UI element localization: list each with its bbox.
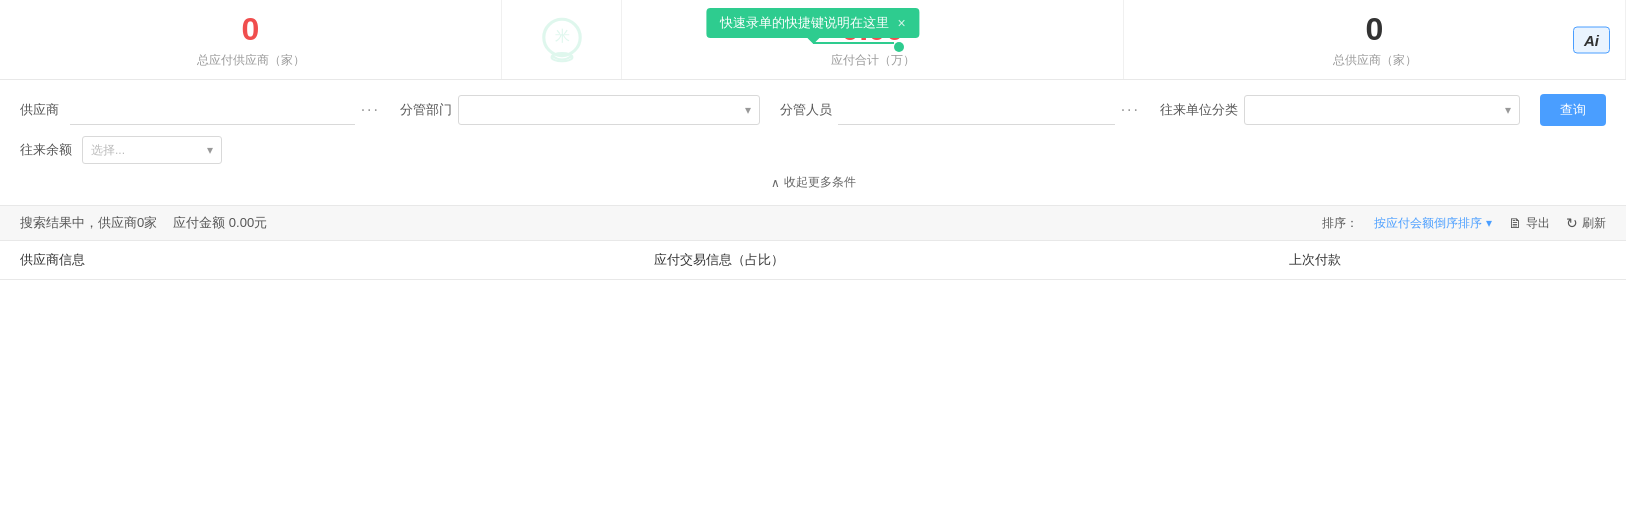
- tooltip-line: [813, 42, 894, 44]
- export-label: 导出: [1526, 215, 1550, 232]
- result-amount: 应付金额 0.00元: [173, 214, 267, 232]
- table-header: 供应商信息 应付交易信息（占比） 上次付款: [0, 241, 1626, 280]
- export-icon: 🗎: [1508, 215, 1522, 231]
- unit-class-arrow: ▾: [1505, 103, 1511, 117]
- supplier-label: 供应商: [20, 101, 64, 119]
- supplier-input[interactable]: [70, 95, 355, 125]
- unit-class-select[interactable]: ▾: [1244, 95, 1520, 125]
- refresh-button[interactable]: ↻ 刷新: [1566, 215, 1606, 232]
- total-suppliers-count: 0: [1366, 10, 1384, 48]
- result-bar: 搜索结果中，供应商0家 应付金额 0.00元 排序： 按应付会额倒序排序 ▾ 🗎…: [0, 206, 1626, 241]
- tooltip-close-button[interactable]: ×: [897, 15, 905, 31]
- filter-item-person: 分管人员 ···: [780, 95, 1140, 125]
- ai-badge[interactable]: Ai: [1573, 26, 1610, 53]
- filter-area: 供应商 ··· 分管部门 ▾ 分管人员 ··· 往来单位分类 ▾: [0, 80, 1626, 206]
- summary-bar: 0 总应付供应商（家） 米 0.00 应付合计（万） 快速录单的快捷键说明在这里…: [0, 0, 1626, 80]
- filter-item-department: 分管部门 ▾: [400, 95, 760, 125]
- summary-item-payable-suppliers: 0 总应付供应商（家）: [0, 0, 502, 79]
- department-arrow: ▾: [745, 103, 751, 117]
- svg-text:米: 米: [554, 28, 569, 44]
- person-input[interactable]: [838, 95, 1115, 125]
- department-label: 分管部门: [400, 101, 452, 119]
- col-header-supplier-info: 供应商信息: [20, 251, 654, 269]
- balance-label: 往来余额: [20, 141, 72, 159]
- total-suppliers-label: 总供应商（家）: [1333, 52, 1417, 69]
- payable-suppliers-count: 0: [242, 10, 260, 48]
- payable-total-label: 应付合计（万）: [831, 52, 915, 69]
- collapse-text: 收起更多条件: [784, 174, 856, 191]
- department-select[interactable]: ▾: [458, 95, 760, 125]
- coin-icon-area: 米: [502, 0, 622, 79]
- refresh-icon: ↻: [1566, 215, 1578, 231]
- col-header-transaction: 应付交易信息（占比）: [654, 251, 1288, 269]
- sort-select[interactable]: 按应付会额倒序排序 ▾: [1374, 215, 1492, 232]
- tooltip-bubble: 快速录单的快捷键说明在这里 ×: [706, 8, 919, 38]
- query-button[interactable]: 查询: [1540, 94, 1606, 126]
- payable-suppliers-label: 总应付供应商（家）: [197, 52, 305, 69]
- result-supplier-count: 搜索结果中，供应商0家: [20, 214, 157, 232]
- result-summary: 搜索结果中，供应商0家 应付金额 0.00元: [20, 214, 267, 232]
- supplier-dots-button[interactable]: ···: [361, 101, 380, 119]
- balance-select[interactable]: 选择... ▾: [82, 136, 222, 164]
- collapse-icon: ∧: [771, 176, 780, 190]
- refresh-label: 刷新: [1582, 215, 1606, 232]
- summary-item-total-suppliers: 0 总供应商（家）: [1124, 0, 1626, 79]
- sort-value: 按应付会额倒序排序: [1374, 215, 1482, 232]
- coin-svg-icon: 米: [536, 14, 588, 66]
- person-dots-button[interactable]: ···: [1121, 101, 1140, 119]
- filter-item-unit-class: 往来单位分类 ▾: [1160, 95, 1520, 125]
- balance-arrow: ▾: [207, 143, 213, 157]
- tooltip-text: 快速录单的快捷键说明在这里: [720, 14, 889, 32]
- export-button[interactable]: 🗎 导出: [1508, 215, 1550, 232]
- sort-label: 排序：: [1322, 215, 1358, 232]
- filter-row-1: 供应商 ··· 分管部门 ▾ 分管人员 ··· 往来单位分类 ▾: [20, 94, 1606, 126]
- filter-item-supplier: 供应商 ···: [20, 95, 380, 125]
- collapse-button[interactable]: ∧ 收起更多条件: [20, 170, 1606, 199]
- table-body: [0, 280, 1626, 515]
- result-actions: 排序： 按应付会额倒序排序 ▾ 🗎 导出 ↻ 刷新: [1322, 215, 1606, 232]
- balance-placeholder: 选择...: [91, 142, 125, 159]
- unit-class-label: 往来单位分类: [1160, 101, 1238, 119]
- person-label: 分管人员: [780, 101, 832, 119]
- col-header-last-payment: 上次付款: [1289, 251, 1606, 269]
- sort-arrow: ▾: [1486, 216, 1492, 230]
- filter-row-2: 往来余额 选择... ▾: [20, 136, 1606, 164]
